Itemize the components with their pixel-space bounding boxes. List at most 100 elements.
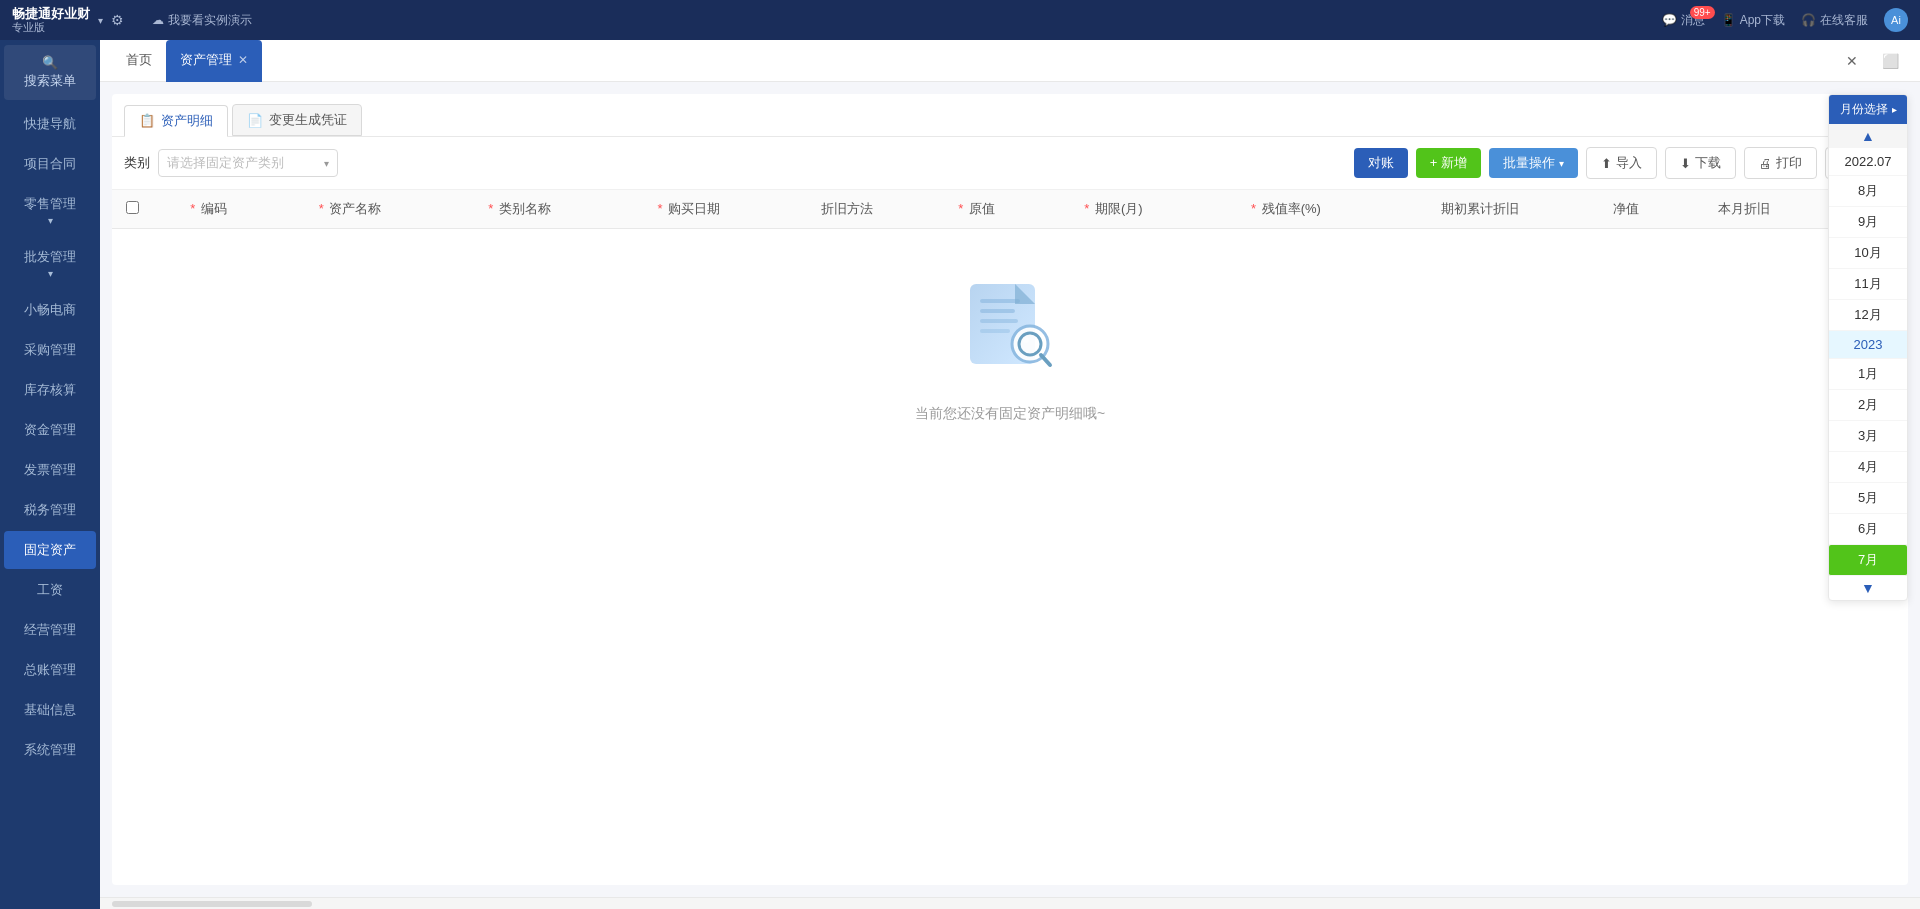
- retail-arrow-icon: ▾: [48, 215, 53, 226]
- sidebar: 🔍 搜索菜单 快捷导航 项目合同 零售管理 ▾ 批发管理 ▾ 小畅电商 采购管理…: [0, 40, 100, 909]
- month-item-12[interactable]: 12月: [1829, 300, 1907, 331]
- demo-link[interactable]: ☁ 我要看实例演示: [152, 12, 252, 29]
- th-depreciation-method: 折旧方法: [774, 190, 920, 229]
- sidebar-item-ledger[interactable]: 总账管理: [4, 651, 96, 689]
- top-bar-right: 💬 消息 99+ 📱 App下载 🎧 在线客服 Ai: [1662, 8, 1908, 32]
- online-service-button[interactable]: 🎧 在线客服: [1801, 12, 1868, 29]
- reconcile-button[interactable]: 对账: [1354, 148, 1408, 178]
- toolbar: 类别 请选择固定资产类别 ▾ 对账 + 新增 批量操作 ▾: [112, 137, 1908, 190]
- import-icon: ⬆: [1601, 156, 1612, 171]
- main-card: 📋 资产明细 📄 变更生成凭证 类别 请选择固定资产类别 ▾: [112, 94, 1908, 885]
- sidebar-item-wholesale[interactable]: 批发管理 ▾: [4, 238, 96, 289]
- th-net-value: 净值: [1581, 190, 1671, 229]
- select-all-checkbox[interactable]: [126, 201, 139, 214]
- app-dropdown-arrow[interactable]: ▾: [98, 15, 103, 26]
- search-icon: 🔍: [42, 55, 58, 70]
- top-bar-left: 畅捷通好业财 专业版 ▾ ⚙ ☁ 我要看实例演示: [12, 6, 1662, 35]
- sidebar-item-capital[interactable]: 资金管理: [4, 411, 96, 449]
- message-icon: 💬: [1662, 13, 1677, 27]
- month-item-10[interactable]: 10月: [1829, 238, 1907, 269]
- sidebar-item-quicknav[interactable]: 快捷导航: [4, 105, 96, 143]
- toolbar-left: 类别 请选择固定资产类别 ▾: [124, 149, 1346, 177]
- month-nav-up-button[interactable]: ▲: [1857, 128, 1879, 144]
- messages-button[interactable]: 💬 消息 99+: [1662, 12, 1705, 29]
- batch-operation-button[interactable]: 批量操作 ▾: [1489, 148, 1578, 178]
- messages-badge: 99+: [1690, 6, 1715, 19]
- import-button[interactable]: ⬆ 导入: [1586, 147, 1657, 179]
- sidebar-item-management[interactable]: 经营管理: [4, 611, 96, 649]
- sub-tabs: 📋 资产明细 📄 变更生成凭证: [112, 94, 1908, 137]
- th-name: * 资产名称: [265, 190, 434, 229]
- tab-assets[interactable]: 资产管理 ✕: [166, 40, 262, 82]
- month-item-6[interactable]: 6月: [1829, 514, 1907, 545]
- close-window-button[interactable]: ✕: [1834, 43, 1870, 79]
- sidebar-item-inventory[interactable]: 库存核算: [4, 371, 96, 409]
- month-nav-down-button[interactable]: ▼: [1857, 580, 1879, 596]
- category-select[interactable]: 请选择固定资产类别 ▾: [158, 149, 338, 177]
- month-item-8[interactable]: 8月: [1829, 176, 1907, 207]
- user-avatar[interactable]: Ai: [1884, 8, 1908, 32]
- month-item-7[interactable]: 7月: [1829, 545, 1907, 576]
- sidebar-item-tax[interactable]: 税务管理: [4, 491, 96, 529]
- sidebar-item-system[interactable]: 系统管理: [4, 731, 96, 769]
- maximize-window-button[interactable]: ⬜: [1872, 43, 1908, 79]
- empty-row: 当前您还没有固定资产明细哦~: [112, 229, 1908, 464]
- th-original-value: * 原值: [920, 190, 1033, 229]
- assets-table: * 编码 * 资产名称 * 类别名称: [112, 190, 1908, 463]
- toolbar-right: 对账 + 新增 批量操作 ▾ ⬆ 导入 ⬇ 下载: [1354, 147, 1896, 179]
- th-period: * 期限(月): [1033, 190, 1193, 229]
- category-label: 类别: [124, 154, 150, 172]
- app-name: 畅捷通好业财: [12, 6, 90, 22]
- month-item-3[interactable]: 3月: [1829, 421, 1907, 452]
- sidebar-item-salary[interactable]: 工资: [4, 571, 96, 609]
- sidebar-item-fixed-assets[interactable]: 固定资产: [4, 531, 96, 569]
- month-item-9[interactable]: 9月: [1829, 207, 1907, 238]
- month-item-2[interactable]: 2月: [1829, 390, 1907, 421]
- month-item-5[interactable]: 5月: [1829, 483, 1907, 514]
- month-panel: 月份选择 ▸ ▲ 2022.07 8月 9月 10月 11月 12月 2023 …: [1828, 94, 1908, 601]
- tab-home[interactable]: 首页: [112, 40, 166, 82]
- tab-close-icon[interactable]: ✕: [238, 53, 248, 67]
- page-content: 📋 资产明细 📄 变更生成凭证 类别 请选择固定资产类别 ▾: [100, 82, 1920, 897]
- empty-state: 当前您还没有固定资产明细哦~: [112, 229, 1908, 463]
- sub-tab-asset-detail[interactable]: 📋 资产明细: [124, 105, 228, 137]
- nav-tabs: 首页 资产管理 ✕ ✕ ⬜: [100, 40, 1920, 82]
- empty-illustration: [950, 269, 1070, 389]
- scrollbar-thumb[interactable]: [112, 901, 312, 907]
- th-purchase-date: * 购买日期: [604, 190, 773, 229]
- sidebar-search[interactable]: 🔍 搜索菜单: [4, 45, 96, 100]
- mobile-icon: 📱: [1721, 13, 1736, 27]
- sidebar-item-purchase[interactable]: 采购管理: [4, 331, 96, 369]
- th-monthly-depreciation: 本月折旧: [1671, 190, 1817, 229]
- print-icon: 🖨: [1759, 156, 1772, 171]
- sub-tab-change-voucher[interactable]: 📄 变更生成凭证: [232, 104, 362, 136]
- settings-icon[interactable]: ⚙: [111, 12, 124, 28]
- month-item-4[interactable]: 4月: [1829, 452, 1907, 483]
- month-nav-up: ▲: [1829, 124, 1907, 148]
- month-panel-arrow-icon: ▸: [1892, 104, 1897, 115]
- print-button[interactable]: 🖨 打印: [1744, 147, 1817, 179]
- sidebar-item-ecommerce[interactable]: 小畅电商: [4, 291, 96, 329]
- asset-detail-icon: 📋: [139, 113, 155, 128]
- th-category: * 类别名称: [435, 190, 604, 229]
- month-item-1[interactable]: 1月: [1829, 359, 1907, 390]
- add-button[interactable]: + 新增: [1416, 148, 1481, 178]
- sidebar-item-invoice[interactable]: 发票管理: [4, 451, 96, 489]
- month-item-year-2023[interactable]: 2023: [1829, 331, 1907, 359]
- main-layout: 🔍 搜索菜单 快捷导航 项目合同 零售管理 ▾ 批发管理 ▾ 小畅电商 采购管理…: [0, 40, 1920, 909]
- sidebar-item-basic-info[interactable]: 基础信息: [4, 691, 96, 729]
- month-item-11[interactable]: 11月: [1829, 269, 1907, 300]
- download-button[interactable]: ⬇ 下载: [1665, 147, 1736, 179]
- month-display-current[interactable]: 2022.07: [1829, 148, 1907, 176]
- app-logo-area: 畅捷通好业财 专业版: [12, 6, 90, 35]
- svg-line-9: [1041, 355, 1050, 365]
- svg-rect-2: [980, 309, 1015, 313]
- app-download-button[interactable]: 📱 App下载: [1721, 12, 1785, 29]
- svg-rect-3: [980, 319, 1018, 323]
- sidebar-item-project[interactable]: 项目合同: [4, 145, 96, 183]
- sidebar-item-retail[interactable]: 零售管理 ▾: [4, 185, 96, 236]
- window-controls: ✕ ⬜: [1834, 43, 1908, 79]
- table-wrap: * 编码 * 资产名称 * 类别名称: [112, 190, 1908, 885]
- cloud-icon: ☁: [152, 13, 164, 27]
- month-panel-header[interactable]: 月份选择 ▸: [1829, 95, 1907, 124]
